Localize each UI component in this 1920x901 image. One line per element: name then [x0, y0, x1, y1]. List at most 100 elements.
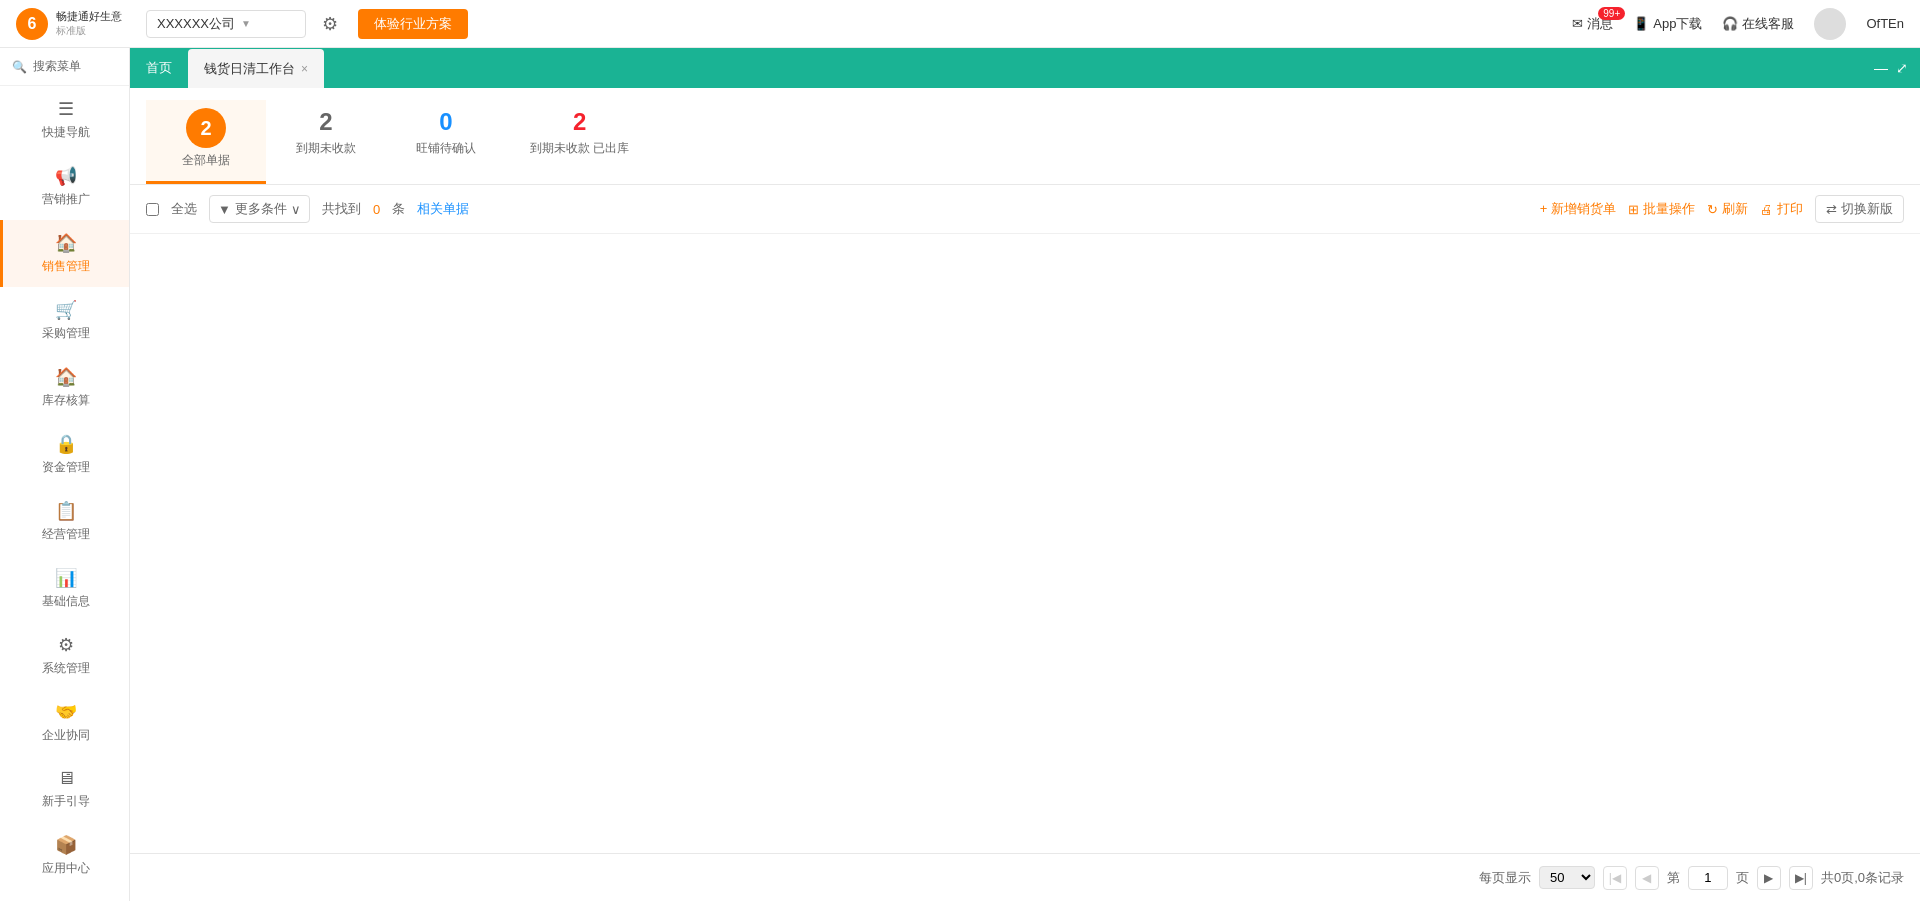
- inventory-label: 库存核算: [42, 392, 90, 409]
- stat-tab-undelivered[interactable]: 2 到期未收款 已出库: [506, 100, 653, 184]
- try-industry-button[interactable]: 体验行业方案: [358, 9, 468, 39]
- sidebar-item-basic-info[interactable]: 📊 基础信息: [0, 555, 129, 622]
- sidebar-item-operations[interactable]: 📋 经营管理: [0, 488, 129, 555]
- switch-icon: ⇄: [1826, 202, 1837, 217]
- company-name: XXXXXX公司: [157, 15, 235, 33]
- select-all-checkbox[interactable]: [146, 203, 159, 216]
- logo-title: 畅捷通好生意: [56, 9, 122, 23]
- per-page-select[interactable]: 50 100 200: [1539, 866, 1595, 889]
- switch-version-button[interactable]: ⇄ 切换新版: [1815, 195, 1904, 223]
- tab-bar: 首页 钱货日清工作台 × — ⤢: [130, 48, 1920, 88]
- user-name[interactable]: OfTEn: [1866, 16, 1904, 31]
- refresh-button[interactable]: ↻ 刷新: [1707, 200, 1748, 218]
- top-right-area: ✉ 消息 99+ 📱 App下载 🎧 在线客服 OfTEn: [1572, 8, 1904, 40]
- company-dropdown-arrow: ▼: [241, 18, 251, 29]
- tab-workbench[interactable]: 钱货日清工作台 ×: [188, 49, 324, 89]
- page-number-input[interactable]: [1688, 866, 1728, 890]
- stat-overdue-label: 到期未收款: [296, 140, 356, 157]
- print-label: 打印: [1777, 200, 1803, 218]
- app-download-label: App下载: [1653, 15, 1702, 33]
- sidebar: 🔍 搜索菜单 ☰ 快捷导航 📢 营销推广 🏠 销售管理 🛒 采购管理 🏠 库存核…: [0, 48, 130, 901]
- system-label: 系统管理: [42, 660, 90, 677]
- stat-tab-pending[interactable]: 0 旺铺待确认: [386, 100, 506, 184]
- sidebar-item-marketing[interactable]: 📢 营销推广: [0, 153, 129, 220]
- search-menu-item[interactable]: 🔍 搜索菜单: [0, 48, 129, 86]
- stat-overdue-count: 2: [319, 108, 332, 136]
- marketing-icon: 📢: [55, 165, 77, 187]
- logo-area: 6 畅捷通好生意 标准版: [16, 8, 146, 40]
- found-unit: 条: [392, 200, 405, 218]
- message-button[interactable]: ✉ 消息 99+: [1572, 15, 1613, 33]
- pagination-bar: 每页显示 50 100 200 |◀ ◀ 第 页 ▶ ▶| 共0页,0条记录: [130, 853, 1920, 901]
- action-bar: 全选 ▼ 更多条件 ∨ 共找到 0 条 相关单据 + 新增销货单 ⊞ 批量操作: [130, 185, 1920, 234]
- more-filters-button[interactable]: ▼ 更多条件 ∨: [209, 195, 310, 223]
- top-bar: 6 畅捷通好生意 标准版 XXXXXX公司 ▼ ⚙ 体验行业方案 ✉ 消息 99…: [0, 0, 1920, 48]
- sidebar-item-finance[interactable]: 🔒 资金管理: [0, 421, 129, 488]
- batch-label: 批量操作: [1643, 200, 1695, 218]
- next-page-button[interactable]: ▶: [1757, 866, 1781, 890]
- guide-label: 新手引导: [42, 793, 90, 810]
- stat-undelivered-count: 2: [573, 108, 586, 136]
- tab-workbench-close[interactable]: ×: [301, 62, 308, 76]
- more-filters-label: 更多条件: [235, 200, 287, 218]
- purchase-label: 采购管理: [42, 325, 90, 342]
- found-count: 0: [373, 202, 380, 217]
- tab-maximize-btn[interactable]: ⤢: [1896, 60, 1908, 76]
- related-link[interactable]: 相关单据: [417, 200, 469, 218]
- system-icon: ⚙: [58, 634, 74, 656]
- prev-page-button[interactable]: ◀: [1635, 866, 1659, 890]
- main-layout: 🔍 搜索菜单 ☰ 快捷导航 📢 营销推广 🏠 销售管理 🛒 采购管理 🏠 库存核…: [0, 48, 1920, 901]
- guide-icon: 🖥: [57, 768, 75, 789]
- batch-operations-button[interactable]: ⊞ 批量操作: [1628, 200, 1695, 218]
- stat-tab-all[interactable]: 2 全部单据: [146, 100, 266, 184]
- first-page-button[interactable]: |◀: [1603, 866, 1627, 890]
- found-prefix: 共找到: [322, 200, 361, 218]
- stat-tab-overdue[interactable]: 2 到期未收款: [266, 100, 386, 184]
- app-download-button[interactable]: 📱 App下载: [1633, 15, 1702, 33]
- stat-pending-count: 0: [439, 108, 452, 136]
- search-menu-label: 搜索菜单: [33, 58, 81, 75]
- stat-all-count: 2: [186, 108, 226, 148]
- page-unit: 页: [1736, 869, 1749, 887]
- sidebar-item-purchase[interactable]: 🛒 采购管理: [0, 287, 129, 354]
- headset-icon: 🎧: [1722, 16, 1738, 31]
- tab-minimize-btn[interactable]: —: [1874, 60, 1888, 76]
- purchase-icon: 🛒: [55, 299, 77, 321]
- last-page-button[interactable]: ▶|: [1789, 866, 1813, 890]
- page-content: 2 全部单据 2 到期未收款 0 旺铺待确认 2 到期未收款 已出库: [130, 88, 1920, 901]
- tab-home[interactable]: 首页: [130, 48, 188, 88]
- online-service-button[interactable]: 🎧 在线客服: [1722, 15, 1794, 33]
- per-page-label: 每页显示: [1479, 869, 1531, 887]
- sidebar-item-guide[interactable]: 🖥 新手引导: [0, 756, 129, 822]
- finance-label: 资金管理: [42, 459, 90, 476]
- select-all-label: 全选: [171, 200, 197, 218]
- inventory-icon: 🏠: [55, 366, 77, 388]
- basic-info-icon: 📊: [55, 567, 77, 589]
- stat-undelivered-label: 到期未收款 已出库: [530, 140, 629, 157]
- tab-controls: — ⤢: [1874, 60, 1920, 76]
- avatar[interactable]: [1814, 8, 1846, 40]
- sidebar-item-app-center[interactable]: 📦 应用中心: [0, 822, 129, 889]
- sidebar-item-quick-nav[interactable]: ☰ 快捷导航: [0, 86, 129, 153]
- company-selector[interactable]: XXXXXX公司 ▼: [146, 10, 306, 38]
- online-service-label: 在线客服: [1742, 15, 1794, 33]
- stats-bar: 2 全部单据 2 到期未收款 0 旺铺待确认 2 到期未收款 已出库: [130, 88, 1920, 185]
- sidebar-item-inventory[interactable]: 🏠 库存核算: [0, 354, 129, 421]
- settings-icon[interactable]: ⚙: [314, 8, 346, 40]
- logo-subtitle: 标准版: [56, 24, 122, 38]
- filter-arrow-icon: ∨: [291, 202, 301, 217]
- app-center-icon: 📦: [55, 834, 77, 856]
- print-button[interactable]: 🖨 打印: [1760, 200, 1803, 218]
- sales-label: 销售管理: [42, 258, 90, 275]
- sidebar-item-sales[interactable]: 🏠 销售管理: [0, 220, 129, 287]
- switch-label: 切换新版: [1841, 200, 1893, 218]
- logo-text-block: 畅捷通好生意 标准版: [56, 9, 122, 37]
- sidebar-item-cooperation[interactable]: 🤝 企业协同: [0, 689, 129, 756]
- sidebar-item-wechat[interactable]: 💬 企业微信: [0, 889, 129, 901]
- stat-all-label: 全部单据: [182, 152, 230, 169]
- sidebar-item-system[interactable]: ⚙ 系统管理: [0, 622, 129, 689]
- operations-label: 经营管理: [42, 526, 90, 543]
- action-bar-right: + 新增销货单 ⊞ 批量操作 ↻ 刷新 🖨 打印 ⇄: [1540, 195, 1904, 223]
- add-sales-order-button[interactable]: + 新增销货单: [1540, 200, 1616, 218]
- content-area: 首页 钱货日清工作台 × — ⤢ 2 全部单据 2 到期: [130, 48, 1920, 901]
